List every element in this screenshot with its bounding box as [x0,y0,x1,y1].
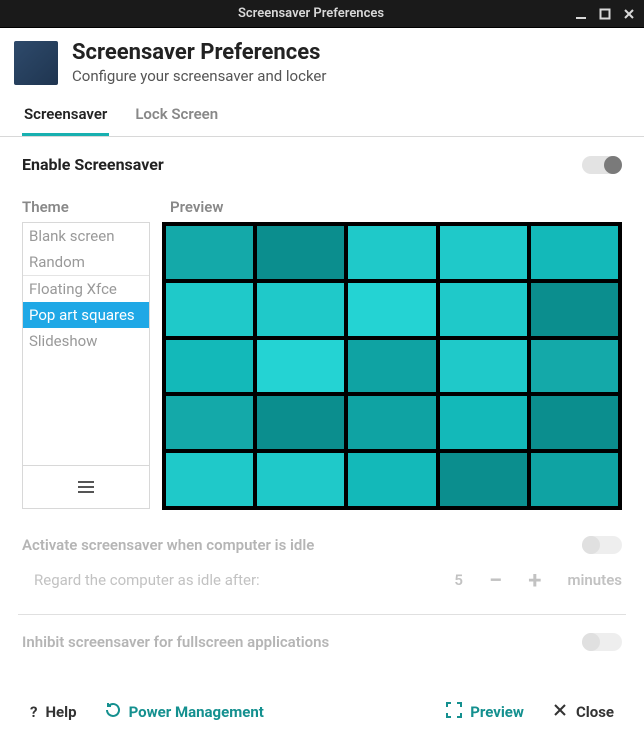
preview-cell [440,453,527,506]
preview-cell [531,396,618,449]
activate-idle-label: Activate screensaver when computer is id… [22,536,314,554]
preview-cell [166,396,253,449]
preview-cell [440,283,527,336]
plus-icon[interactable]: + [528,568,541,592]
help-icon: ? [30,703,37,721]
fullscreen-icon [446,702,462,722]
preview-button-label: Preview [470,703,524,721]
idle-after-row: Regard the computer as idle after: 5 − +… [22,568,622,592]
tab-lock-screen[interactable]: Lock Screen [133,95,220,136]
close-button-label: Close [576,703,614,721]
theme-item[interactable]: Floating Xfce [23,276,149,302]
window-controls [574,7,636,21]
preview-cell [166,340,253,393]
preview-cell [531,226,618,279]
refresh-icon [105,702,121,722]
tab-screensaver[interactable]: Screensaver [22,95,109,136]
header: Screensaver Preferences Configure your s… [0,28,644,95]
inhibit-fullscreen-row: Inhibit screensaver for fullscreen appli… [22,633,622,651]
preview-cell [257,283,344,336]
idle-after-label: Regard the computer as idle after: [22,571,260,589]
close-button[interactable]: Close [552,702,614,722]
theme-list-footer [22,465,150,509]
preview-button[interactable]: Preview [446,702,524,722]
preview-cell [440,396,527,449]
preview-label: Preview [170,198,223,216]
footer: ? Help Power Management Preview Close [0,686,644,742]
titlebar: Screensaver Preferences [0,0,644,28]
preview-cell [166,226,253,279]
preview-cell [348,453,435,506]
theme-item[interactable]: Pop art squares [23,302,149,328]
inhibit-fullscreen-label: Inhibit screensaver for fullscreen appli… [22,633,329,651]
preview-cell [348,340,435,393]
minus-icon[interactable]: − [489,568,502,592]
enable-screensaver-row: Enable Screensaver [22,155,622,174]
preview-cell [440,226,527,279]
preview-cell [166,453,253,506]
x-icon [552,702,568,722]
app-icon [14,41,58,85]
enable-screensaver-toggle[interactable] [582,156,622,174]
window-title: Screensaver Preferences [48,6,574,21]
page-subtitle: Configure your screensaver and locker [72,67,326,85]
power-management-label: Power Management [129,703,264,721]
theme-item[interactable]: Slideshow [23,328,149,354]
preview-cell [257,226,344,279]
idle-after-value: 5 [433,571,463,589]
preview-cell [257,340,344,393]
page-title: Screensaver Preferences [72,40,326,65]
theme-item[interactable]: Random [23,249,149,275]
close-icon[interactable] [622,7,636,21]
enable-screensaver-label: Enable Screensaver [22,155,164,174]
preview-pane [162,222,622,510]
inhibit-fullscreen-toggle[interactable] [582,633,622,651]
preview-cell [531,340,618,393]
preview-cell [440,340,527,393]
preview-cell [257,396,344,449]
activate-idle-row: Activate screensaver when computer is id… [22,536,622,554]
preview-cell [257,453,344,506]
activate-idle-toggle[interactable] [582,536,622,554]
help-button-label: Help [45,703,76,721]
tabs: Screensaver Lock Screen [0,95,644,137]
preview-cell [166,283,253,336]
theme-item[interactable]: Blank screen [23,223,149,249]
preview-cell [348,396,435,449]
idle-after-unit: minutes [568,571,623,589]
help-button[interactable]: ? Help [30,703,77,721]
hamburger-icon[interactable] [72,475,100,499]
maximize-icon[interactable] [598,7,612,21]
preview-cell [531,453,618,506]
power-management-button[interactable]: Power Management [105,702,264,722]
theme-label: Theme [22,198,150,216]
minimize-icon[interactable] [574,7,588,21]
preview-cell [348,226,435,279]
preview-cell [348,283,435,336]
preview-cell [531,283,618,336]
theme-list[interactable]: Blank screen Random Floating Xfce Pop ar… [22,222,150,466]
